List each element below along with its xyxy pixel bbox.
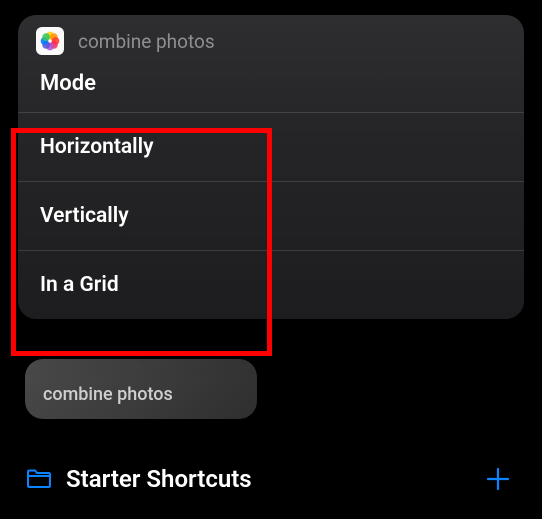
folder-label: Starter Shortcuts bbox=[66, 465, 252, 493]
mode-option-vertically[interactable]: Vertically bbox=[18, 181, 524, 250]
option-label: Vertically bbox=[40, 204, 129, 228]
mode-option-in-a-grid[interactable]: In a Grid bbox=[18, 250, 524, 319]
option-label: Horizontally bbox=[40, 135, 154, 159]
starter-shortcuts-folder[interactable]: Starter Shortcuts bbox=[26, 465, 252, 493]
folder-icon bbox=[26, 469, 52, 489]
mode-heading: Mode bbox=[18, 61, 524, 112]
popup-header: combine photos bbox=[18, 15, 524, 61]
mode-option-horizontally[interactable]: Horizontally bbox=[18, 112, 524, 181]
option-label: In a Grid bbox=[40, 273, 119, 297]
photos-app-icon bbox=[36, 27, 64, 55]
shortcut-card-combine-photos[interactable]: combine photos bbox=[25, 359, 257, 419]
mode-selection-popup: combine photos Mode Horizontally Vertica… bbox=[18, 15, 524, 319]
add-shortcut-button[interactable] bbox=[480, 461, 516, 497]
bottom-bar: Starter Shortcuts bbox=[26, 461, 516, 497]
popup-title: combine photos bbox=[78, 30, 215, 53]
shortcut-card-label: combine photos bbox=[43, 384, 173, 405]
